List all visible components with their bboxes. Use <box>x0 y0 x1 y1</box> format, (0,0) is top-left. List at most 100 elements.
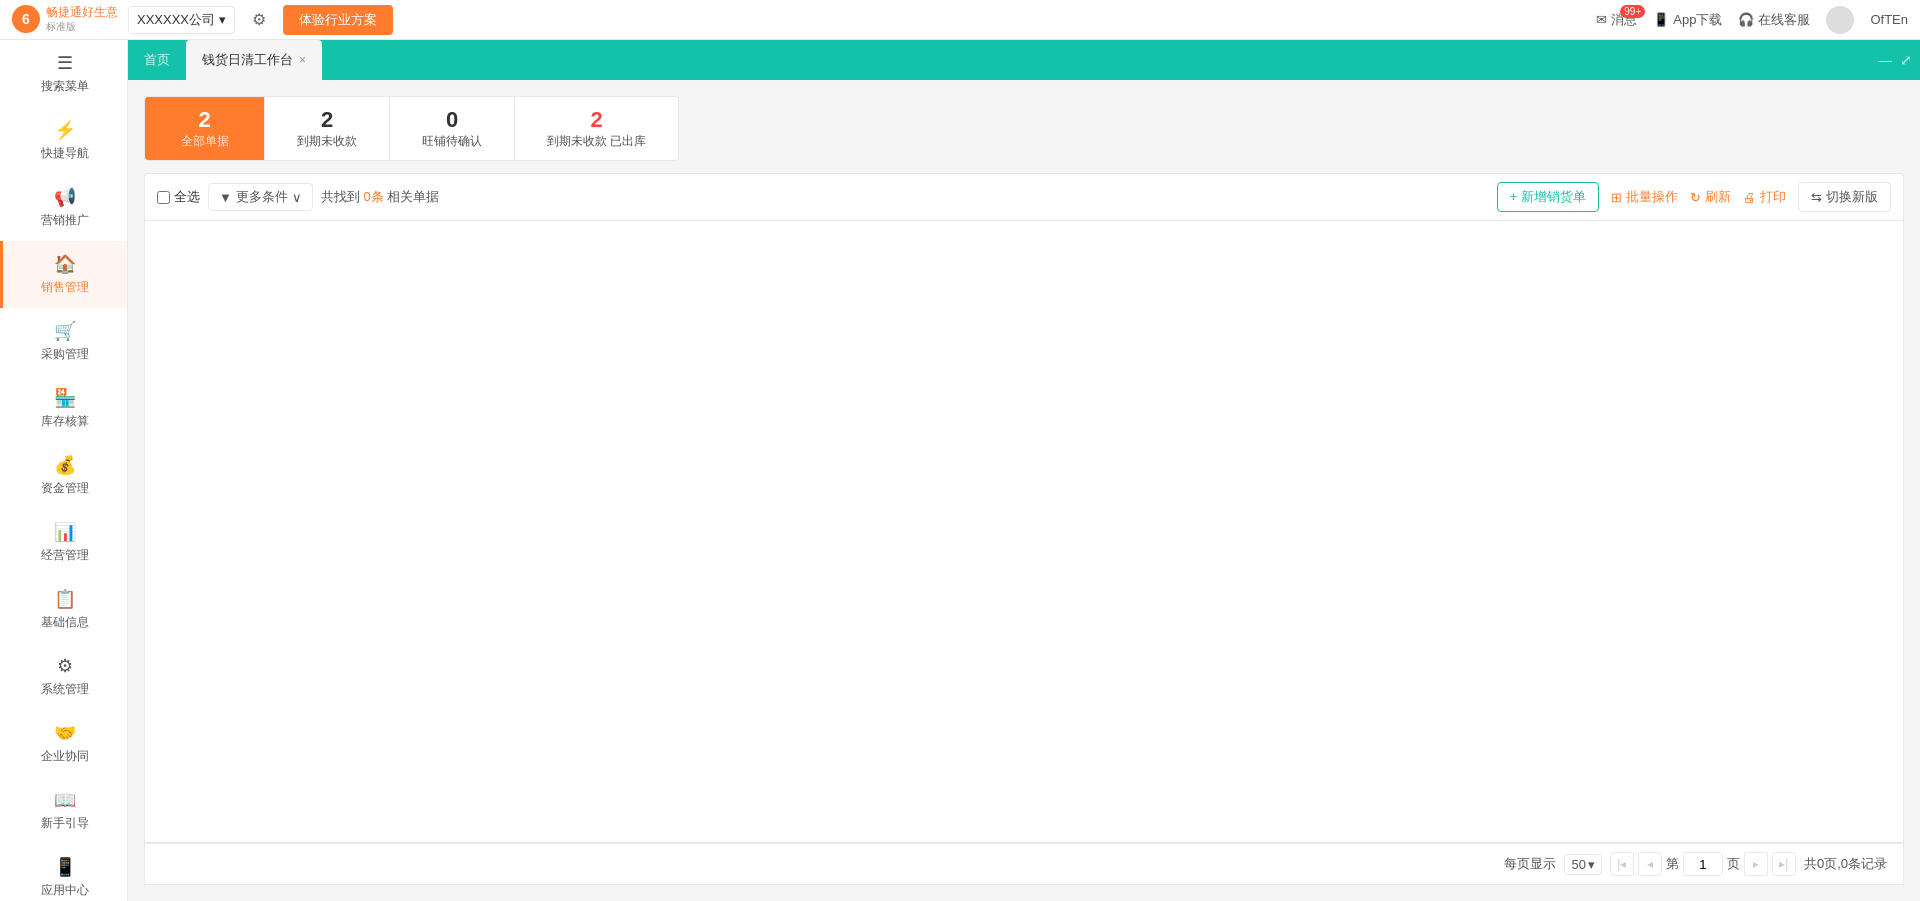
guide-label: 新手引导 <box>41 815 89 832</box>
tab-bar: 首页 钱货日清工作台 × — ⤢ <box>128 40 1920 80</box>
stat-label-1: 到期未收款 <box>297 133 357 150</box>
app-download-button[interactable]: 📱 App下载 <box>1653 11 1722 29</box>
trial-button[interactable]: 体验行业方案 <box>283 5 393 35</box>
print-button[interactable]: 🖨 打印 <box>1743 188 1786 206</box>
main-layout: ☰ 搜索菜单 ⚡ 快捷导航 📢营销推广 🏠 销售管理 🛒 采购管理 🏪 库存核算 💰 资金管理 📊 经营管理… <box>0 40 1920 901</box>
select-all-checkbox[interactable]: 全选 <box>157 188 200 206</box>
chevron-down-icon: ▾ <box>1588 857 1595 872</box>
chevron-down-icon: ▾ <box>219 12 226 27</box>
gear-icon: ⚙ <box>252 10 266 29</box>
stat-tab-3[interactable]: 2到期未收款 已出库 <box>515 97 678 160</box>
sales-label: 销售管理 <box>41 279 89 296</box>
sidebar-item-guide[interactable]: 📖 新手引导 <box>0 777 127 844</box>
batch-action-button[interactable]: ⊞ 批量操作 <box>1611 188 1678 206</box>
batch-icon: ⊞ <box>1611 190 1622 205</box>
stat-tab-2[interactable]: 0旺铺待确认 <box>390 97 515 160</box>
pagination-bar: 每页显示 50 ▾ |◂ ◂ 第 页 ▸ ▸| 共0页,0条记录 <box>144 843 1904 885</box>
stat-label-2: 旺铺待确认 <box>422 133 482 150</box>
finance-icon: 💰 <box>54 454 76 476</box>
avatar[interactable] <box>1826 6 1854 34</box>
sidebar: ☰ 搜索菜单 ⚡ 快捷导航 📢营销推广 🏠 销售管理 🛒 采购管理 🏪 库存核算 💰 资金管理 📊 经营管理… <box>0 40 128 901</box>
tab-workbench[interactable]: 钱货日清工作台 × <box>186 40 322 80</box>
close-tab-icon[interactable]: × <box>299 53 306 67</box>
content-area: 首页 钱货日清工作台 × — ⤢ 2全部单据2到期未收款0旺铺待确认2到期未收款… <box>128 40 1920 901</box>
quick-nav-icon: ⚡ <box>54 119 76 141</box>
last-page-button[interactable]: ▸| <box>1772 852 1796 876</box>
sidebar-item-quick-nav[interactable]: ⚡ 快捷导航 <box>0 107 127 174</box>
table-area <box>144 221 1904 843</box>
sidebar-item-system[interactable]: ⚙ 系统管理 <box>0 643 127 710</box>
print-icon: 🖨 <box>1743 190 1756 205</box>
online-service-button[interactable]: 🎧 在线客服 <box>1738 11 1810 29</box>
stat-label-0: 全部单据 <box>181 133 229 150</box>
logo-icon: 6 <box>12 5 40 33</box>
purchase-icon: 🛒 <box>54 320 76 342</box>
page-size-selector[interactable]: 50 ▾ <box>1564 854 1601 875</box>
guide-icon: 📖 <box>54 789 76 811</box>
sidebar-item-finance[interactable]: 💰 资金管理 <box>0 442 127 509</box>
message-icon: ✉ <box>1596 12 1607 27</box>
stat-tab-0[interactable]: 2全部单据 <box>145 97 265 160</box>
app-center-icon: 📱 <box>54 856 76 878</box>
system-label: 系统管理 <box>41 681 89 698</box>
sidebar-item-basic-info[interactable]: 📋基础信息 <box>0 576 127 643</box>
company-selector[interactable]: XXXXXX公司 ▾ <box>128 6 235 34</box>
stat-label-3: 到期未收款 已出库 <box>547 133 646 150</box>
basic-info-label: 基础信息 <box>41 614 89 631</box>
top-bar-right: ✉ 消息 99+ 📱 App下载 🎧 在线客服 OfTEn <box>1596 6 1908 34</box>
next-page-button[interactable]: ▸ <box>1744 852 1768 876</box>
sidebar-item-sales[interactable]: 🏠 销售管理 <box>0 241 127 308</box>
sidebar-item-app-center[interactable]: 📱 应用中心 <box>0 844 127 901</box>
system-icon: ⚙ <box>57 655 73 677</box>
sidebar-item-cooperation[interactable]: 🤝企业协同 <box>0 710 127 777</box>
stat-num-0: 2 <box>198 107 210 133</box>
filter-button[interactable]: ▼ 更多条件 ∨ <box>208 183 313 211</box>
logo-text: 畅捷通好生意 <box>46 5 118 19</box>
stat-num-3: 2 <box>591 107 603 133</box>
refresh-button[interactable]: ↻ 刷新 <box>1690 188 1731 206</box>
logo-area: 6 畅捷通好生意 标准版 <box>12 5 118 33</box>
sales-icon: 🏠 <box>54 253 76 275</box>
sidebar-item-inventory[interactable]: 🏪 库存核算 <box>0 375 127 442</box>
stat-num-1: 2 <box>321 107 333 133</box>
operations-icon: 📊 <box>54 521 76 543</box>
sidebar-item-search-menu[interactable]: ☰ 搜索菜单 <box>0 40 127 107</box>
inventory-label: 库存核算 <box>41 413 89 430</box>
page-input[interactable] <box>1683 852 1723 876</box>
first-page-button[interactable]: |◂ <box>1610 852 1634 876</box>
chevron-down-icon: ∨ <box>292 190 302 205</box>
stat-tab-1[interactable]: 2到期未收款 <box>265 97 390 160</box>
toolbar: 全选 ▼ 更多条件 ∨ 共找到 0条 相关单据 + 新增销货单 <box>144 173 1904 221</box>
operations-label: 经营管理 <box>41 547 89 564</box>
tab-bar-actions: — ⤢ <box>1878 52 1920 68</box>
inventory-icon: 🏪 <box>54 387 76 409</box>
select-all-input[interactable] <box>157 191 170 204</box>
found-text: 共找到 0条 相关单据 <box>321 188 439 206</box>
page-nav: |◂ ◂ 第 页 ▸ ▸| <box>1610 852 1796 876</box>
switch-version-button[interactable]: ⇆ 切换新版 <box>1798 182 1891 212</box>
top-bar-left: 6 畅捷通好生意 标准版 XXXXXX公司 ▾ ⚙ 体验行业方案 <box>12 5 393 35</box>
messages-button[interactable]: ✉ 消息 99+ <box>1596 11 1637 29</box>
new-sales-order-button[interactable]: + 新增销货单 <box>1497 182 1599 212</box>
quick-nav-label: 快捷导航 <box>41 145 89 162</box>
sidebar-item-purchase[interactable]: 🛒 采购管理 <box>0 308 127 375</box>
toolbar-right: + 新增销货单 ⊞ 批量操作 ↻ 刷新 🖨 打印 ⇆ <box>1497 182 1891 212</box>
prev-page-button[interactable]: ◂ <box>1638 852 1662 876</box>
maximize-icon[interactable]: ⤢ <box>1900 52 1912 68</box>
tab-home[interactable]: 首页 <box>128 40 186 80</box>
finance-label: 资金管理 <box>41 480 89 497</box>
switch-icon: ⇆ <box>1811 190 1822 205</box>
stat-num-2: 0 <box>446 107 458 133</box>
minimize-icon[interactable]: — <box>1878 52 1892 68</box>
app-center-label: 应用中心 <box>41 882 89 899</box>
search-menu-icon: ☰ <box>57 52 73 74</box>
purchase-label: 采购管理 <box>41 346 89 363</box>
sidebar-item-marketing[interactable]: 📢营销推广 <box>0 174 127 241</box>
marketing-icon: 📢 <box>54 186 76 208</box>
filter-icon: ▼ <box>219 190 232 205</box>
toolbar-left: 全选 ▼ 更多条件 ∨ 共找到 0条 相关单据 <box>157 183 1489 211</box>
sidebar-item-operations[interactable]: 📊 经营管理 <box>0 509 127 576</box>
settings-icon-btn[interactable]: ⚙ <box>245 6 273 34</box>
search-menu-label: 搜索菜单 <box>41 78 89 95</box>
download-icon: 📱 <box>1653 12 1669 27</box>
